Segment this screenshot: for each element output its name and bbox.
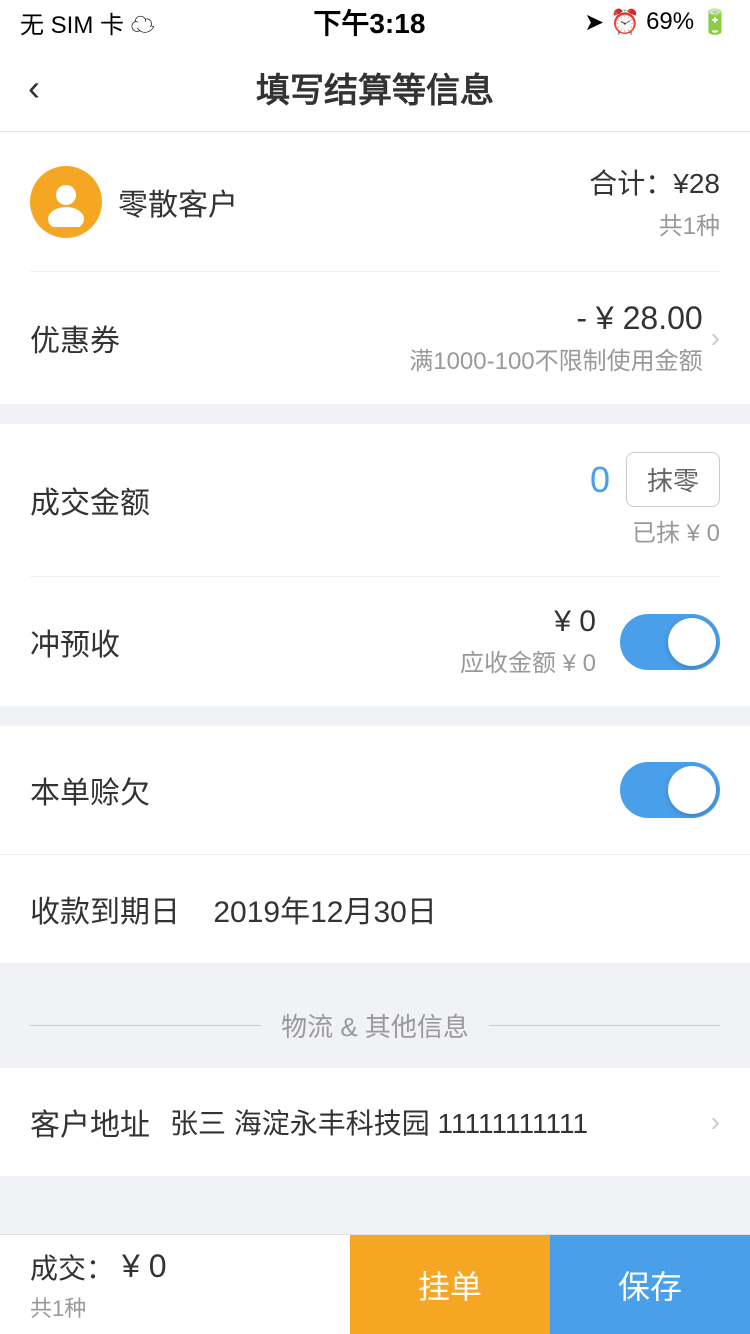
coupon-section: 优惠券 - ¥ 28.00 满1000-100不限制使用金额 › <box>0 271 750 404</box>
total-amount: 合计：¥28 <box>589 162 720 202</box>
bottom-deal-label: 成交： <box>30 1247 114 1287</box>
arrears-toggle[interactable] <box>620 762 720 818</box>
bottom-info: 成交： ¥ 0 共1种 <box>0 1247 350 1323</box>
coupon-desc: 满1000-100不限制使用金额 <box>409 341 702 376</box>
location-icon: ➤ <box>584 8 604 37</box>
bottom-bar: 成交： ¥ 0 共1种 挂单 保存 <box>0 1234 750 1334</box>
prepay-sub: 应收金额 ¥ 0 <box>460 643 596 678</box>
deal-section: 成交金额 0 抹零 已抹 ¥ 0 冲预收 ¥ 0 应收金额 ¥ 0 <box>0 424 750 706</box>
customer-info: 零散客户 <box>30 166 238 238</box>
coupon-label: 优惠券 <box>30 316 120 360</box>
customer-name: 零散客户 <box>118 180 238 224</box>
prepay-amounts: ¥ 0 应收金额 ¥ 0 <box>460 605 596 678</box>
coupon-amount: - ¥ 28.00 <box>576 300 702 337</box>
prepay-value: ¥ 0 <box>460 605 596 639</box>
deal-sub: 已抹 ¥ 0 <box>632 513 720 548</box>
status-time: 下午3:18 <box>313 2 425 42</box>
round-zero-button[interactable]: 抹零 <box>626 452 720 507</box>
arrears-label: 本单赊欠 <box>30 768 150 812</box>
customer-row: 零散客户 合计：¥28 共1种 <box>30 132 720 271</box>
bottom-deal-row: 成交： ¥ 0 <box>30 1247 320 1287</box>
logistics-label: 物流 & 其他信息 <box>281 1007 469 1044</box>
bottom-deal-value: ¥ 0 <box>122 1248 166 1285</box>
due-date-label: 收款到期日 <box>30 896 180 929</box>
logistics-divider: 物流 & 其他信息 <box>0 983 750 1068</box>
deal-input-wrap: 0 抹零 <box>590 452 720 507</box>
toggle-knob <box>668 618 716 666</box>
hang-button[interactable]: 挂单 <box>350 1235 550 1334</box>
coupon-right: - ¥ 28.00 满1000-100不限制使用金额 <box>409 300 702 376</box>
deal-label: 成交金额 <box>30 478 150 522</box>
back-button[interactable]: ‹ <box>28 67 40 109</box>
due-date-value[interactable]: 2019年12月30日 <box>213 896 436 929</box>
address-section[interactable]: 客户地址 张三 海淀永丰科技园 11111111111 › <box>0 1068 750 1176</box>
status-bar: 无 SIM 卡 ☁ 下午3:18 ➤ ⏰ 69% 🔋 <box>0 0 750 44</box>
deal-value[interactable]: 0 <box>590 459 610 501</box>
coupon-chevron-icon: › <box>711 322 720 354</box>
bottom-count: 共1种 <box>30 1291 320 1323</box>
due-date-text: 收款到期日 2019年12月30日 <box>30 896 437 929</box>
divider-line-right <box>489 1025 720 1026</box>
battery-text: 69% <box>646 8 694 36</box>
section-divider-3 <box>0 963 750 983</box>
address-value: 张三 海淀永丰科技园 11111111111 <box>170 1102 701 1142</box>
save-button[interactable]: 保存 <box>550 1235 750 1334</box>
section-divider-2 <box>0 706 750 726</box>
total-count: 共1种 <box>589 206 720 241</box>
deal-right: 0 抹零 已抹 ¥ 0 <box>590 452 720 548</box>
avatar <box>30 166 102 238</box>
coupon-row[interactable]: 优惠券 - ¥ 28.00 满1000-100不限制使用金额 › <box>30 271 720 404</box>
status-left: 无 SIM 卡 ☁ <box>20 5 155 40</box>
signal-text: 无 SIM 卡 ☁ <box>20 5 155 40</box>
clock-icon: ⏰ <box>610 8 640 37</box>
deal-amount-row: 成交金额 0 抹零 已抹 ¥ 0 <box>30 424 720 576</box>
prepay-toggle[interactable] <box>620 614 720 670</box>
prepay-row: 冲预收 ¥ 0 应收金额 ¥ 0 <box>30 576 720 706</box>
status-right: ➤ ⏰ 69% 🔋 <box>584 8 730 37</box>
arrears-section: 本单赊欠 <box>0 726 750 854</box>
address-label: 客户地址 <box>30 1100 150 1144</box>
nav-bar: ‹ 填写结算等信息 <box>0 44 750 132</box>
section-divider-1 <box>0 404 750 424</box>
customer-total: 合计：¥28 共1种 <box>589 162 720 241</box>
prepay-label: 冲预收 <box>30 620 120 664</box>
due-date-section: 收款到期日 2019年12月30日 <box>0 854 750 963</box>
page-title: 填写结算等信息 <box>256 63 494 112</box>
arrears-toggle-knob <box>668 766 716 814</box>
divider-line-left <box>30 1025 261 1026</box>
battery-icon: 🔋 <box>700 8 730 37</box>
prepay-right: ¥ 0 应收金额 ¥ 0 <box>460 605 720 678</box>
address-chevron-icon: › <box>711 1106 720 1138</box>
customer-section: 零散客户 合计：¥28 共1种 <box>0 132 750 271</box>
